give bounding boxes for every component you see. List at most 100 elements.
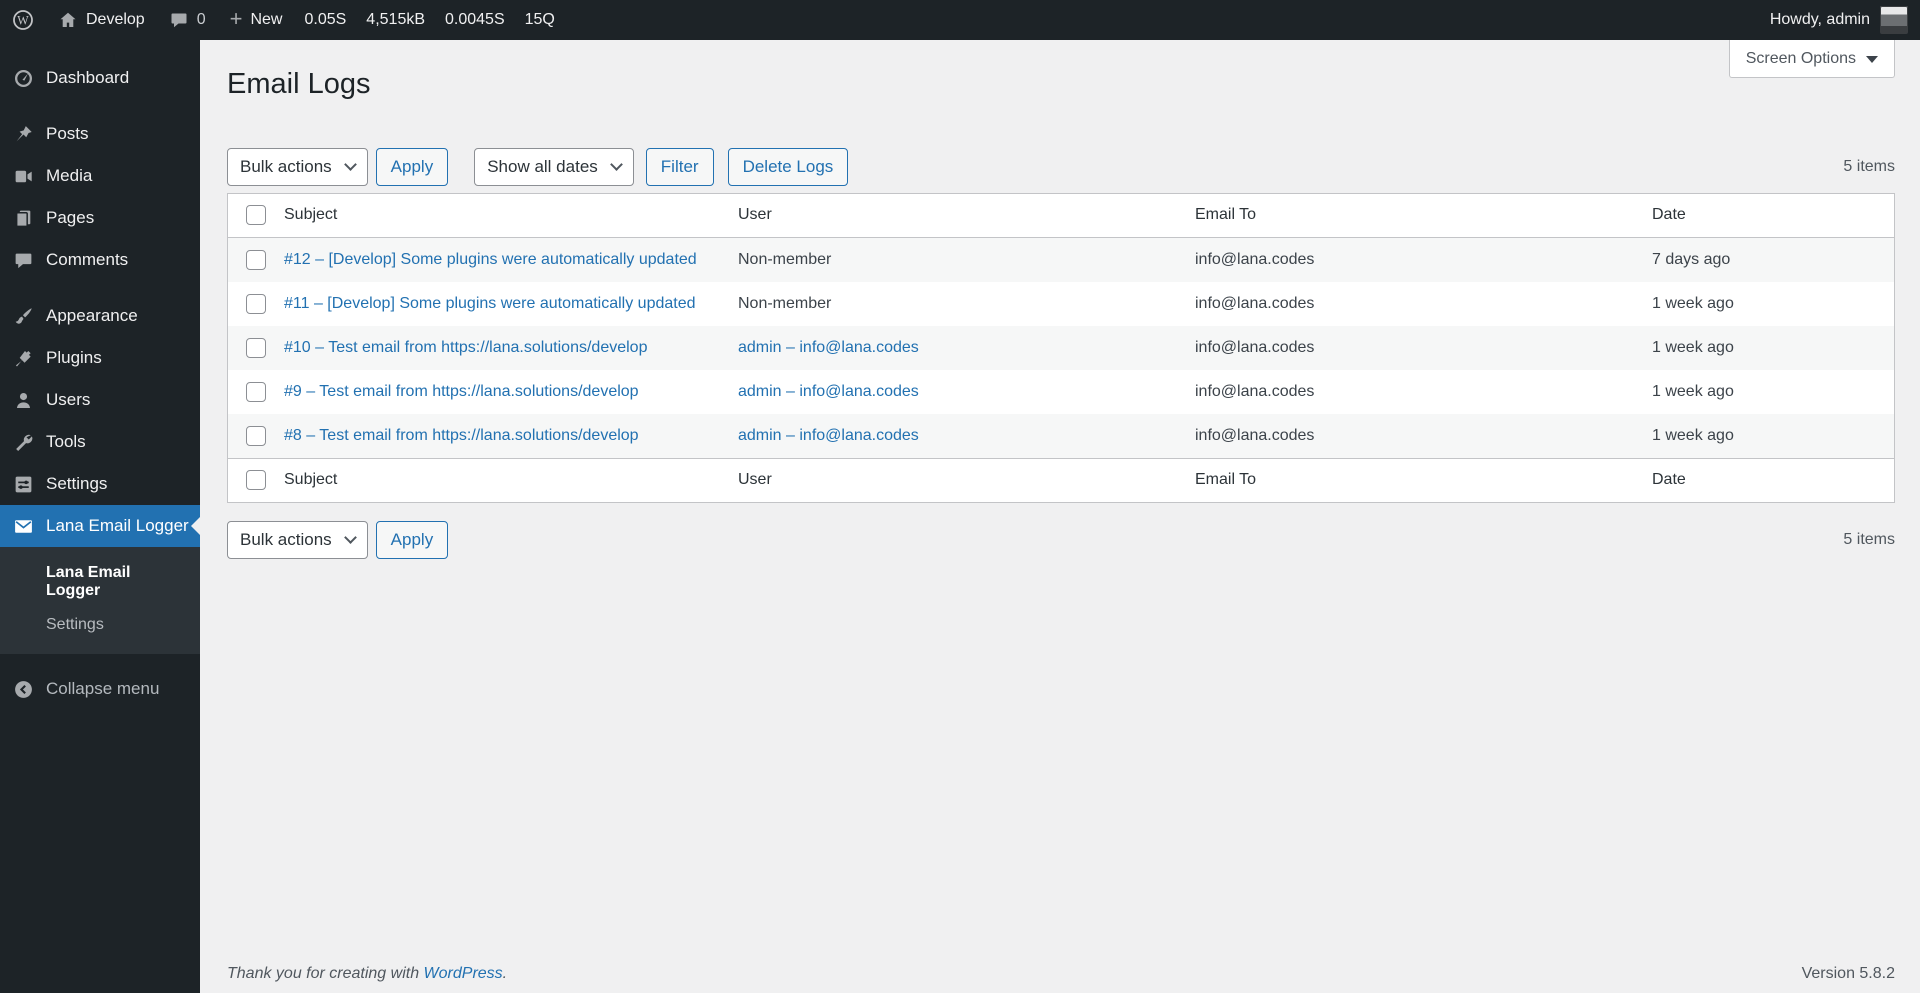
admin-bar: W Develop 0 + New 0.05S 4,515kB 0.0045S … bbox=[0, 0, 1920, 40]
sidebar-item-plugins[interactable]: Plugins bbox=[0, 337, 200, 379]
screen-options-button[interactable]: Screen Options bbox=[1728, 40, 1895, 78]
users-icon bbox=[13, 390, 34, 411]
comments-bubble-icon bbox=[169, 10, 189, 30]
collapse-menu-label: Collapse menu bbox=[46, 679, 160, 698]
comments-shortcut[interactable]: 0 bbox=[157, 0, 218, 40]
new-content-button[interactable]: + New bbox=[218, 0, 295, 40]
sidebar-item-label: Appearance bbox=[46, 306, 138, 325]
wordpress-menu-button[interactable]: W bbox=[0, 0, 46, 40]
chevron-down-icon bbox=[1866, 56, 1878, 63]
admin-sidebar: Dashboard Posts Media Pages Comments App… bbox=[0, 40, 200, 993]
row-checkbox[interactable] bbox=[246, 293, 266, 314]
chevron-down-icon bbox=[343, 157, 357, 171]
items-count: 5 items bbox=[1843, 530, 1895, 548]
sidebar-item-appearance[interactable]: Appearance bbox=[0, 295, 200, 337]
home-icon bbox=[58, 10, 78, 30]
sidebar-item-posts[interactable]: Posts bbox=[0, 113, 200, 155]
bulk-actions-select[interactable]: Bulk actions bbox=[227, 147, 368, 186]
sidebar-item-pages[interactable]: Pages bbox=[0, 197, 200, 239]
svg-text:W: W bbox=[17, 14, 29, 28]
chevron-down-icon bbox=[343, 530, 357, 544]
user-link[interactable]: admin – info@lana.codes bbox=[738, 339, 919, 356]
site-name-link[interactable]: Develop bbox=[46, 0, 157, 40]
date-filter-select[interactable]: Show all dates bbox=[474, 147, 634, 186]
user-link[interactable]: admin – info@lana.codes bbox=[738, 427, 919, 444]
select-all-checkbox[interactable] bbox=[246, 205, 266, 226]
row-checkbox[interactable] bbox=[246, 425, 266, 446]
sidebar-item-lana-email-logger[interactable]: Lana Email Logger bbox=[0, 505, 200, 547]
wordpress-admin-screen: W Develop 0 + New 0.05S 4,515kB 0.0045S … bbox=[0, 0, 1920, 993]
apply-button[interactable]: Apply bbox=[375, 520, 449, 559]
user-link[interactable]: admin – info@lana.codes bbox=[738, 383, 919, 400]
delete-logs-button[interactable]: Delete Logs bbox=[727, 147, 849, 186]
row-checkbox[interactable] bbox=[246, 381, 266, 402]
sidebar-item-users[interactable]: Users bbox=[0, 379, 200, 421]
version-label: Version 5.8.2 bbox=[1801, 965, 1895, 982]
sidebar-item-comments[interactable]: Comments bbox=[0, 239, 200, 281]
wordpress-logo-icon: W bbox=[12, 9, 34, 31]
sidebar-item-media[interactable]: Media bbox=[0, 155, 200, 197]
subject-link[interactable]: #11 – [Develop] Some plugins were automa… bbox=[284, 295, 696, 312]
main-content: Screen Options Email Logs Bulk actions A… bbox=[200, 40, 1920, 993]
sidebar-item-label: Comments bbox=[46, 250, 129, 269]
bulk-actions-label: Bulk actions bbox=[240, 156, 332, 176]
column-header-date: Date bbox=[1652, 471, 1686, 489]
top-toolbar: Bulk actions Apply Show all dates Filter… bbox=[227, 147, 1895, 186]
row-checkbox[interactable] bbox=[246, 337, 266, 358]
table-row: #9 – Test email from https://lana.soluti… bbox=[228, 370, 1894, 414]
email-to-cell: info@lana.codes bbox=[1195, 382, 1315, 400]
date-cell: 1 week ago bbox=[1652, 382, 1734, 400]
sidebar-item-label: Tools bbox=[46, 432, 86, 451]
pages-icon bbox=[13, 208, 34, 229]
sidebar-item-dashboard[interactable]: Dashboard bbox=[0, 57, 200, 99]
table-row: #11 – [Develop] Some plugins were automa… bbox=[228, 282, 1894, 326]
page-title: Email Logs bbox=[227, 68, 371, 100]
footer-thanks-suffix: . bbox=[502, 965, 508, 982]
collapse-icon bbox=[13, 679, 34, 700]
avatar bbox=[1880, 6, 1908, 34]
posts-icon bbox=[13, 124, 34, 145]
sidebar-item-label: Media bbox=[46, 166, 93, 185]
subject-link[interactable]: #12 – [Develop] Some plugins were automa… bbox=[284, 251, 697, 268]
table-row: #10 – Test email from https://lana.solut… bbox=[228, 325, 1894, 370]
wordpress-link[interactable]: WordPress bbox=[424, 965, 503, 982]
sidebar-item-label: Lana Email Logger bbox=[46, 516, 189, 535]
sidebar-item-label: Pages bbox=[46, 208, 95, 227]
subject-link[interactable]: #10 – Test email from https://lana.solut… bbox=[284, 339, 647, 356]
stat-query-time: 0.0045S bbox=[445, 11, 505, 28]
row-checkbox[interactable] bbox=[246, 249, 266, 270]
table-row: #12 – [Develop] Some plugins were automa… bbox=[228, 237, 1894, 282]
chevron-down-icon bbox=[609, 157, 623, 171]
email-logger-icon bbox=[13, 516, 34, 537]
table-footer-row: Subject User Email To Date bbox=[228, 457, 1894, 502]
submenu-item-lana-email-logger[interactable]: Lana Email Logger bbox=[0, 556, 200, 608]
sidebar-item-label: Plugins bbox=[46, 348, 102, 367]
email-to-cell: info@lana.codes bbox=[1195, 338, 1315, 356]
sidebar-item-label: Settings bbox=[46, 474, 108, 493]
submenu-item-settings[interactable]: Settings bbox=[0, 608, 200, 642]
bottom-toolbar: Bulk actions Apply 5 items bbox=[227, 520, 1895, 559]
user-cell: Non-member bbox=[738, 294, 832, 312]
sidebar-item-settings[interactable]: Settings bbox=[0, 463, 200, 505]
screen-options-label: Screen Options bbox=[1745, 49, 1856, 67]
filter-button[interactable]: Filter bbox=[645, 147, 714, 186]
select-all-checkbox[interactable] bbox=[246, 470, 266, 491]
subject-link[interactable]: #9 – Test email from https://lana.soluti… bbox=[284, 383, 639, 400]
sidebar-item-tools[interactable]: Tools bbox=[0, 421, 200, 463]
table-row: #8 – Test email from https://lana.soluti… bbox=[228, 413, 1894, 458]
subject-link[interactable]: #8 – Test email from https://lana.soluti… bbox=[284, 427, 639, 444]
column-header-date: Date bbox=[1652, 206, 1686, 224]
performance-stats: 0.05S 4,515kB 0.0045S 15Q bbox=[294, 11, 564, 29]
account-menu[interactable]: Howdy, admin bbox=[1758, 0, 1920, 40]
bulk-actions-label: Bulk actions bbox=[240, 529, 332, 549]
dashboard-icon bbox=[13, 68, 34, 89]
apply-button[interactable]: Apply bbox=[375, 147, 449, 186]
items-count: 5 items bbox=[1843, 157, 1895, 175]
comment-count: 0 bbox=[196, 11, 206, 28]
table-header-row: Subject User Email To Date bbox=[228, 194, 1894, 238]
bulk-actions-select[interactable]: Bulk actions bbox=[227, 520, 368, 559]
collapse-menu-button[interactable]: Collapse menu bbox=[0, 668, 200, 710]
tools-icon bbox=[13, 432, 34, 453]
column-header-subject: Subject bbox=[284, 206, 338, 224]
date-cell: 1 week ago bbox=[1652, 426, 1734, 444]
